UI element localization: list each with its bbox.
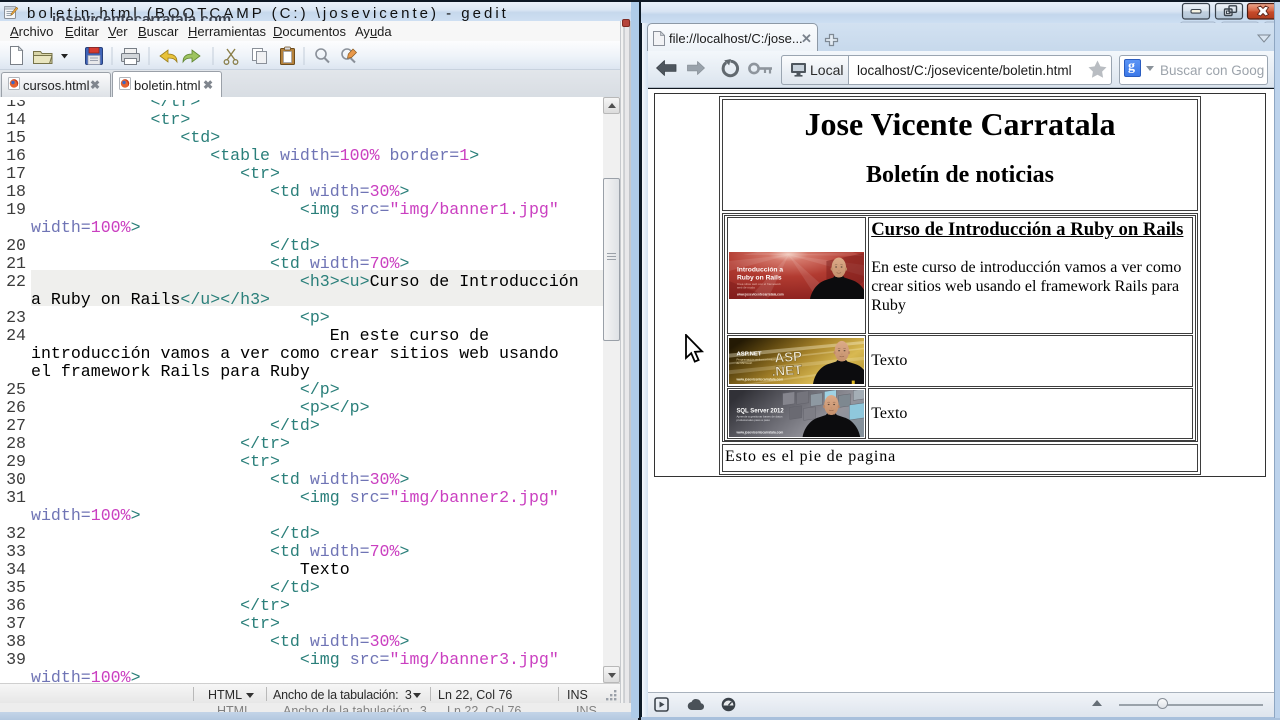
- svg-text:www.josevicentecarratala.com: www.josevicentecarratala.com: [736, 292, 784, 296]
- svg-text:ASP.NET: ASP.NET: [736, 352, 761, 358]
- svg-text:www.josevicentecarratala.com: www.josevicentecarratala.com: [735, 430, 783, 434]
- svg-text:SQL Server 2012: SQL Server 2012: [736, 408, 784, 414]
- svg-text:.NET: .NET: [771, 362, 803, 379]
- svg-text:web de moda: web de moda: [737, 286, 755, 290]
- svg-text:profesionales paso a paso: profesionales paso a paso: [736, 418, 770, 422]
- svg-text:Ruby on Rails: Ruby on Rails: [737, 274, 782, 281]
- svg-text:de Microsoft: de Microsoft: [736, 361, 752, 365]
- svg-text:Introducción a: Introducción a: [737, 266, 783, 273]
